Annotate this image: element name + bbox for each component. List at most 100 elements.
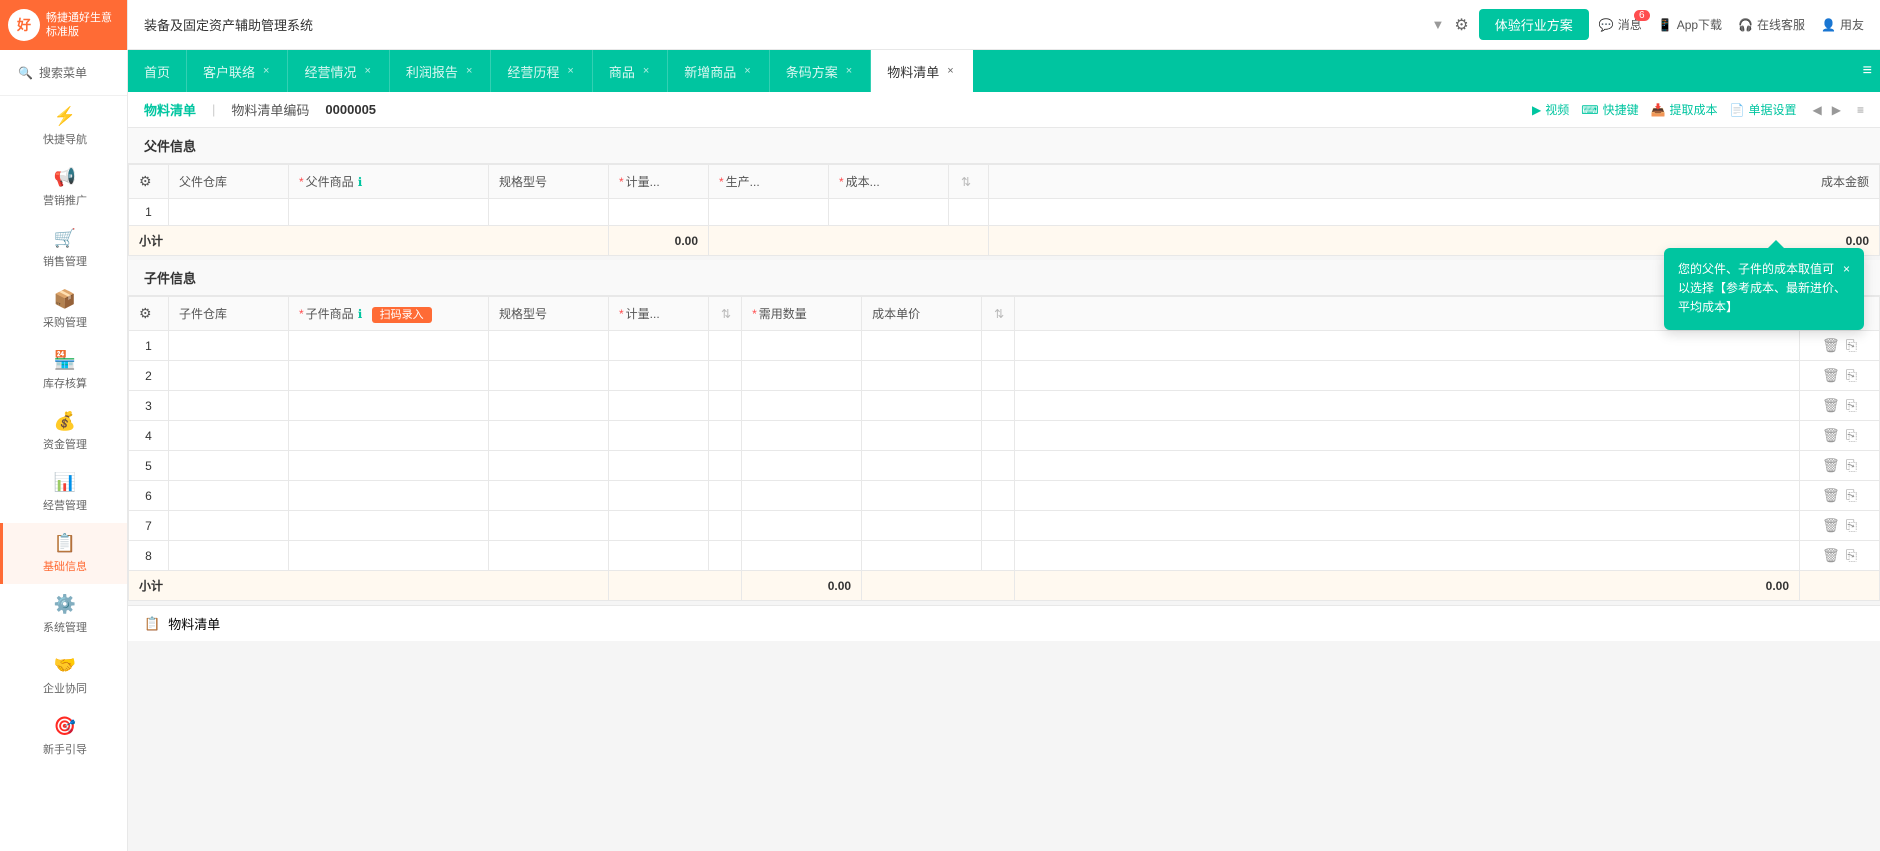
child-quantity-cell-1[interactable] (742, 331, 862, 361)
prev-arrow[interactable]: ◀ (1809, 101, 1826, 119)
child-unit-price-cell-5[interactable] (862, 451, 982, 481)
message-btn[interactable]: 💬 消息 6 (1599, 16, 1642, 33)
next-arrow[interactable]: ▶ (1828, 101, 1845, 119)
parent-col-sort[interactable]: ⇅ (949, 165, 989, 199)
tab-barcode[interactable]: 条码方案 × (770, 50, 871, 92)
parent-unit-cell[interactable] (609, 199, 709, 226)
child-unit-cell-6[interactable] (609, 481, 709, 511)
copy-icon-5[interactable]: ⎘ (1846, 457, 1857, 474)
child-spec-cell-6[interactable] (489, 481, 609, 511)
list-view-icon[interactable]: ≡ (1857, 103, 1864, 117)
tooltip-close-btn[interactable]: × (1843, 260, 1850, 279)
child-unit-cell-8[interactable] (609, 541, 709, 571)
child-warehouse-cell-6[interactable] (169, 481, 289, 511)
tab-product-close[interactable]: × (641, 65, 651, 77)
tab-profit[interactable]: 利润报告 × (390, 50, 491, 92)
child-spec-cell-8[interactable] (489, 541, 609, 571)
copy-icon-2[interactable]: ⎘ (1846, 367, 1857, 384)
sidebar-item-sales[interactable]: 🛒 销售管理 (0, 218, 127, 279)
copy-icon-7[interactable]: ⎘ (1846, 517, 1857, 534)
action-view[interactable]: ▶ 视频 (1532, 101, 1569, 118)
child-col-sort1[interactable]: ⇅ (709, 297, 742, 331)
child-unit-price-cell-4[interactable] (862, 421, 982, 451)
scan-btn[interactable]: 扫码录入 (372, 307, 432, 323)
copy-icon-3[interactable]: ⎘ (1846, 397, 1857, 414)
child-spec-cell-1[interactable] (489, 331, 609, 361)
child-unit-price-cell-2[interactable] (862, 361, 982, 391)
parent-product-cell[interactable] (289, 199, 489, 226)
action-extract-cost[interactable]: 📥 提取成本 (1651, 101, 1718, 118)
parent-warehouse-cell[interactable] (169, 199, 289, 226)
tab-home[interactable]: 首页 (128, 50, 187, 92)
sidebar-item-marketing[interactable]: 📢 营销推广 (0, 157, 127, 218)
search-menu-button[interactable]: 🔍 搜索菜单 (10, 58, 117, 87)
sidebar-item-guide[interactable]: 🎯 新手引导 (0, 706, 127, 767)
sub-tab-bom-code[interactable]: 物料清单编码 (231, 100, 309, 119)
sidebar-item-system[interactable]: ⚙️ 系统管理 (0, 584, 127, 645)
child-quantity-cell-5[interactable] (742, 451, 862, 481)
settings-icon[interactable]: ⚙ (1454, 15, 1468, 35)
child-unit-price-cell-7[interactable] (862, 511, 982, 541)
child-unit-cell-1[interactable] (609, 331, 709, 361)
sidebar-item-enterprise[interactable]: 🤝 企业协同 (0, 645, 127, 706)
tab-customer[interactable]: 客户联络 × (187, 50, 288, 92)
tab-customer-close[interactable]: × (261, 65, 271, 77)
child-unit-price-cell-6[interactable] (862, 481, 982, 511)
copy-icon-6[interactable]: ⎘ (1846, 487, 1857, 504)
sidebar-item-basic-info[interactable]: 📋 基础信息 (0, 523, 127, 584)
child-unit-price-cell-3[interactable] (862, 391, 982, 421)
child-warehouse-cell-5[interactable] (169, 451, 289, 481)
child-product-cell-2[interactable] (289, 361, 489, 391)
tab-bom[interactable]: 物料清单 × (871, 50, 972, 92)
child-product-cell-8[interactable] (289, 541, 489, 571)
sidebar-item-inventory[interactable]: 🏪 库存核算 (0, 340, 127, 401)
tab-bom-close[interactable]: × (945, 65, 955, 77)
child-product-cell-4[interactable] (289, 421, 489, 451)
delete-icon-5[interactable]: 🗑 (1822, 457, 1840, 474)
tab-new-product[interactable]: 新增商品 × (668, 50, 769, 92)
child-quantity-cell-6[interactable] (742, 481, 862, 511)
child-col-sort2[interactable]: ⇅ (982, 297, 1015, 331)
child-warehouse-cell-4[interactable] (169, 421, 289, 451)
child-quantity-cell-4[interactable] (742, 421, 862, 451)
action-single-settings[interactable]: 📄 单据设置 (1730, 101, 1797, 118)
experience-btn[interactable]: 体验行业方案 (1479, 9, 1589, 40)
parent-production-cell[interactable] (709, 199, 829, 226)
delete-icon-4[interactable]: 🗑 (1822, 427, 1840, 444)
child-unit-price-cell-8[interactable] (862, 541, 982, 571)
child-product-cell-1[interactable] (289, 331, 489, 361)
close-all-icon[interactable]: ≡ (1863, 62, 1872, 80)
sidebar-item-purchase[interactable]: 📦 采购管理 (0, 279, 127, 340)
dropdown-arrow-icon[interactable]: ▼ (1432, 17, 1445, 32)
child-quantity-cell-7[interactable] (742, 511, 862, 541)
child-warehouse-cell-7[interactable] (169, 511, 289, 541)
user-menu-btn[interactable]: 👤 用友 (1821, 16, 1864, 33)
child-spec-cell-7[interactable] (489, 511, 609, 541)
tab-history[interactable]: 经营历程 × (491, 50, 592, 92)
child-quantity-cell-3[interactable] (742, 391, 862, 421)
delete-icon-3[interactable]: 🗑 (1822, 397, 1840, 414)
child-product-cell-5[interactable] (289, 451, 489, 481)
delete-icon-7[interactable]: 🗑 (1822, 517, 1840, 534)
child-unit-cell-7[interactable] (609, 511, 709, 541)
child-warehouse-cell-1[interactable] (169, 331, 289, 361)
child-quantity-cell-8[interactable] (742, 541, 862, 571)
delete-icon-2[interactable]: 🗑 (1822, 367, 1840, 384)
tab-product[interactable]: 商品 × (593, 50, 668, 92)
copy-icon-8[interactable]: ⎘ (1846, 547, 1857, 564)
child-product-cell-7[interactable] (289, 511, 489, 541)
tab-history-close[interactable]: × (565, 65, 575, 77)
tab-business[interactable]: 经营情况 × (288, 50, 389, 92)
child-quantity-cell-2[interactable] (742, 361, 862, 391)
child-spec-cell-3[interactable] (489, 391, 609, 421)
tab-profit-close[interactable]: × (464, 65, 474, 77)
child-unit-price-cell-1[interactable] (862, 331, 982, 361)
delete-icon-6[interactable]: 🗑 (1822, 487, 1840, 504)
child-unit-cell-2[interactable] (609, 361, 709, 391)
copy-icon-4[interactable]: ⎘ (1846, 427, 1857, 444)
tab-business-close[interactable]: × (362, 65, 372, 77)
child-spec-cell-5[interactable] (489, 451, 609, 481)
sidebar-item-quick-nav[interactable]: ⚡ 快捷导航 (0, 96, 127, 157)
child-spec-cell-2[interactable] (489, 361, 609, 391)
child-col-config[interactable]: ⚙ (129, 297, 169, 331)
